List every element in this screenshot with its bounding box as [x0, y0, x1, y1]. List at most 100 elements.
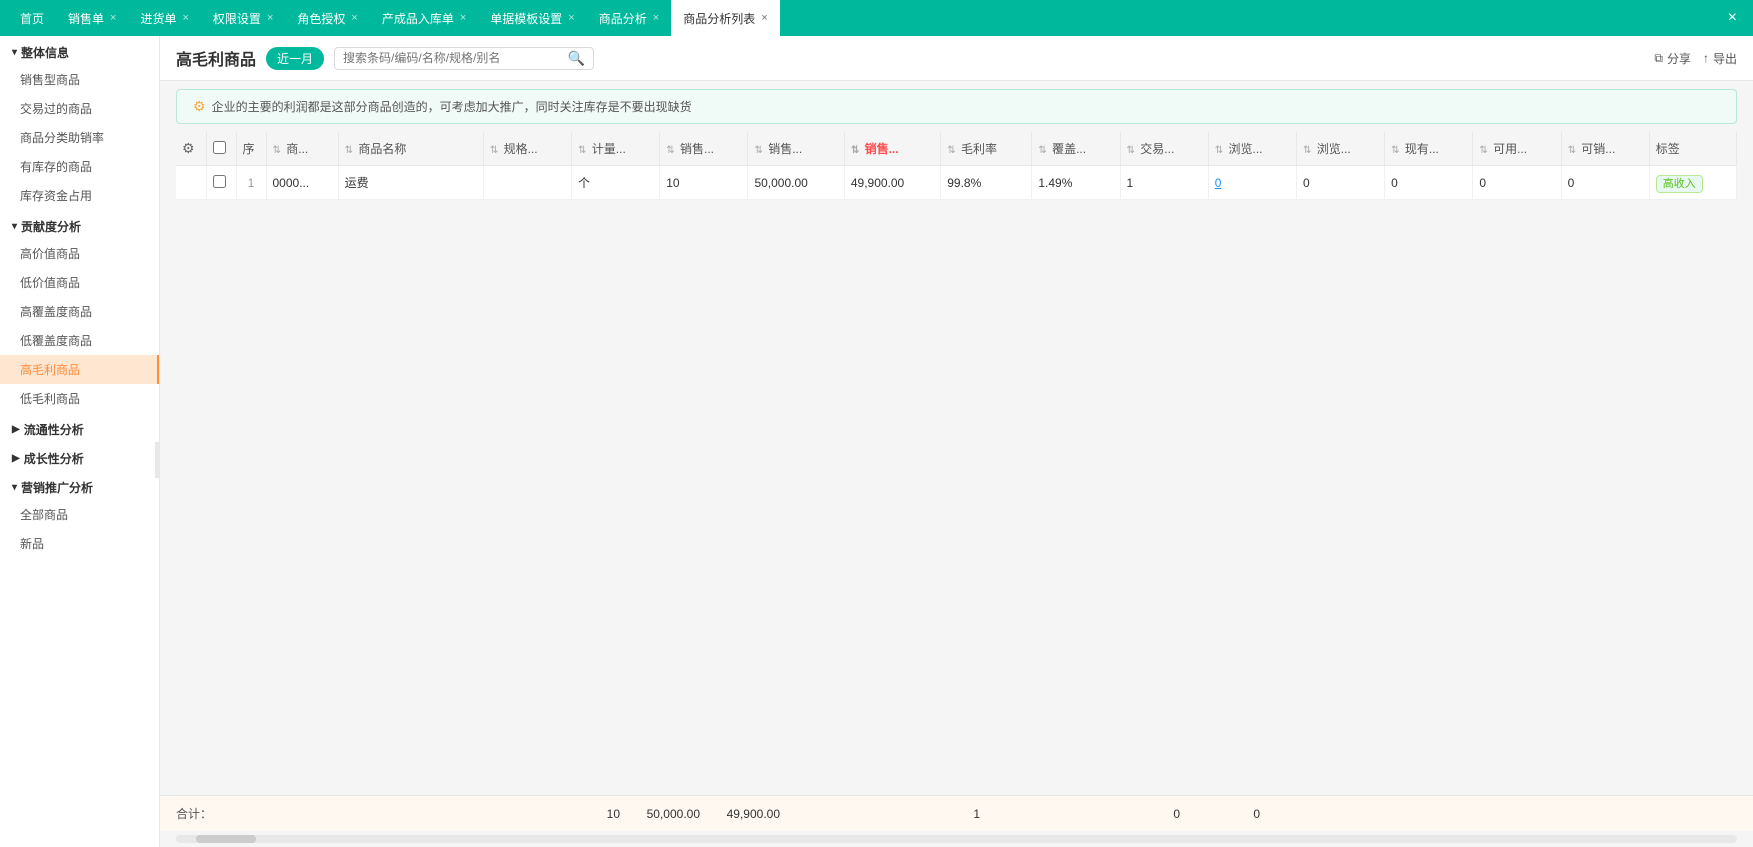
- sort-icon: ⇅: [273, 145, 281, 156]
- close-icon[interactable]: ×: [761, 12, 767, 24]
- sort-icon: ⇅: [1303, 145, 1311, 156]
- main-layout: « ▾ 整体信息 销售型商品 交易过的商品 商品分类助销率 有库存的商品 库存资…: [0, 36, 1753, 847]
- chevron-down-icon: ▾: [12, 482, 17, 493]
- views1-link[interactable]: 0: [1215, 176, 1222, 190]
- nav-home[interactable]: 首页: [8, 0, 56, 36]
- nav-product-analysis-list[interactable]: 商品分析列表 ×: [671, 0, 779, 36]
- nav-permissions[interactable]: 权限设置 ×: [201, 0, 285, 36]
- sidebar-item-low-value[interactable]: 低价值商品: [0, 268, 159, 297]
- close-icon[interactable]: ×: [653, 12, 659, 24]
- close-icon[interactable]: ×: [182, 12, 188, 24]
- col-sales-qty-header[interactable]: ⇅ 销售...: [660, 132, 748, 166]
- sidebar-group-overall[interactable]: ▾ 整体信息: [0, 36, 159, 65]
- col-code-header[interactable]: ⇅ 商...: [266, 132, 338, 166]
- search-box: 🔍: [334, 47, 594, 70]
- summary-sales-amount: 50,000.00: [628, 807, 708, 821]
- select-all-checkbox[interactable]: [213, 141, 226, 154]
- nav-product-analysis[interactable]: 商品分析 ×: [587, 0, 671, 36]
- sidebar-group-growth[interactable]: ▶ 成长性分析: [0, 442, 159, 471]
- nav-product-in[interactable]: 产成品入库单 ×: [370, 0, 478, 36]
- row-checkbox[interactable]: [213, 175, 226, 188]
- col-name-header[interactable]: ⇅ 商品名称: [338, 132, 483, 166]
- col-stock-available-header[interactable]: ⇅ 可用...: [1473, 132, 1561, 166]
- col-stock-current-header[interactable]: ⇅ 现有...: [1385, 132, 1473, 166]
- summary-sales-profit: 49,900.00: [708, 807, 788, 821]
- sort-icon: ⇅: [1391, 145, 1399, 156]
- sort-icon: ⇅: [1038, 145, 1046, 156]
- col-views2-header[interactable]: ⇅ 浏览...: [1296, 132, 1384, 166]
- cell-index: 1: [236, 166, 266, 200]
- col-coverage-header[interactable]: ⇅ 覆盖...: [1032, 132, 1120, 166]
- close-icon[interactable]: ×: [351, 12, 357, 24]
- table-row: 1 0000... 运费 个 10 50,000.00 49,900.00 99…: [176, 166, 1737, 200]
- close-icon[interactable]: ×: [267, 12, 273, 24]
- sidebar-item-category-rate[interactable]: 商品分类助销率: [0, 123, 159, 152]
- close-icon[interactable]: ×: [568, 12, 574, 24]
- summary-col2: 0: [1188, 807, 1268, 821]
- col-tag-header: 标签: [1649, 132, 1736, 166]
- sidebar-item-stocked-goods[interactable]: 有库存的商品: [0, 152, 159, 181]
- col-checkbox: [206, 132, 236, 166]
- sort-icon: ⇅: [1215, 145, 1223, 156]
- content-area: 高毛利商品 近一月 🔍 ⧉ 分享 ↑ 导出 ⚙ 企业的主要的利润都是这部分商品创…: [160, 36, 1753, 847]
- sidebar-group-liquidity[interactable]: ▶ 流通性分析: [0, 413, 159, 442]
- data-table: ⚙ 序 ⇅ 商... ⇅: [176, 132, 1737, 200]
- col-sales-amount-header[interactable]: ⇅ 销售...: [748, 132, 844, 166]
- col-gross-rate-header[interactable]: ⇅ 毛利率: [941, 132, 1032, 166]
- cell-unit: 个: [572, 166, 660, 200]
- horizontal-scrollbar[interactable]: [176, 835, 1737, 843]
- close-app-button[interactable]: ×: [1720, 9, 1745, 27]
- share-button[interactable]: ⧉ 分享: [1654, 50, 1691, 67]
- cell-tag: 高收入: [1649, 166, 1736, 200]
- col-sales-profit-header[interactable]: ⇅ 销售...: [844, 132, 940, 166]
- sidebar-item-high-margin[interactable]: 高毛利商品: [0, 355, 159, 384]
- sidebar-item-high-value[interactable]: 高价值商品: [0, 239, 159, 268]
- cell-sales-profit: 49,900.00: [844, 166, 940, 200]
- nav-roles[interactable]: 角色授权 ×: [285, 0, 369, 36]
- sidebar-item-traded-goods[interactable]: 交易过的商品: [0, 94, 159, 123]
- sidebar-group-marketing[interactable]: ▾ 营销推广分析: [0, 471, 159, 500]
- cell-code: 0000...: [266, 166, 338, 200]
- cell-coverage: 1.49%: [1032, 166, 1120, 200]
- export-button[interactable]: ↑ 导出: [1703, 50, 1737, 67]
- footer-summary: 合计： 10 50,000.00 49,900.00 1 0 0: [160, 795, 1753, 831]
- col-transactions-header[interactable]: ⇅ 交易...: [1120, 132, 1208, 166]
- sidebar-item-high-coverage[interactable]: 高覆盖度商品: [0, 297, 159, 326]
- search-input[interactable]: [343, 51, 568, 65]
- summary-col1: 0: [1108, 807, 1188, 821]
- settings-icon[interactable]: ⚙: [182, 140, 195, 156]
- sort-icon: ⇅: [1568, 145, 1576, 156]
- search-icon[interactable]: 🔍: [568, 50, 585, 67]
- summary-sales-qty: 10: [548, 807, 628, 821]
- sidebar-item-stock-capital[interactable]: 库存资金占用: [0, 181, 159, 210]
- sort-icon: ⇅: [1127, 145, 1135, 156]
- info-banner: ⚙ 企业的主要的利润都是这部分商品创造的，可考虑加大推广，同时关注库存是不要出现…: [176, 89, 1737, 124]
- nav-purchase-order[interactable]: 进货单 ×: [128, 0, 200, 36]
- sidebar-item-sales-goods[interactable]: 销售型商品: [0, 65, 159, 94]
- chevron-down-icon: ▾: [12, 47, 17, 58]
- top-navigation: 首页 销售单 × 进货单 × 权限设置 × 角色授权 × 产成品入库单 × 单据…: [0, 0, 1753, 36]
- cell-views2: 0: [1296, 166, 1384, 200]
- sort-icon: ⇅: [578, 145, 586, 156]
- scroll-thumb[interactable]: [196, 835, 256, 843]
- close-icon[interactable]: ×: [110, 12, 116, 24]
- sidebar-item-all-goods[interactable]: 全部商品: [0, 500, 159, 529]
- close-icon[interactable]: ×: [460, 12, 466, 24]
- filter-recent-month-button[interactable]: 近一月: [266, 47, 324, 70]
- col-views1-header[interactable]: ⇅ 浏览...: [1208, 132, 1296, 166]
- col-unit-header[interactable]: ⇅ 计量...: [572, 132, 660, 166]
- sidebar-item-new-goods[interactable]: 新品: [0, 529, 159, 558]
- chevron-right-icon: ▶: [12, 424, 20, 435]
- cell-checkbox[interactable]: [206, 166, 236, 200]
- col-spec-header[interactable]: ⇅ 规格...: [483, 132, 571, 166]
- nav-sales-order[interactable]: 销售单 ×: [56, 0, 128, 36]
- sidebar-item-low-margin[interactable]: 低毛利商品: [0, 384, 159, 413]
- cell-sales-qty: 10: [660, 166, 748, 200]
- nav-template-settings[interactable]: 单据模板设置 ×: [478, 0, 586, 36]
- sort-icon: ⇅: [345, 145, 353, 156]
- sidebar-item-low-coverage[interactable]: 低覆盖度商品: [0, 326, 159, 355]
- sidebar-group-contribution[interactable]: ▾ 贡献度分析: [0, 210, 159, 239]
- col-index-header: 序: [236, 132, 266, 166]
- cell-views1[interactable]: 0: [1208, 166, 1296, 200]
- col-stock-saleable-header[interactable]: ⇅ 可销...: [1561, 132, 1649, 166]
